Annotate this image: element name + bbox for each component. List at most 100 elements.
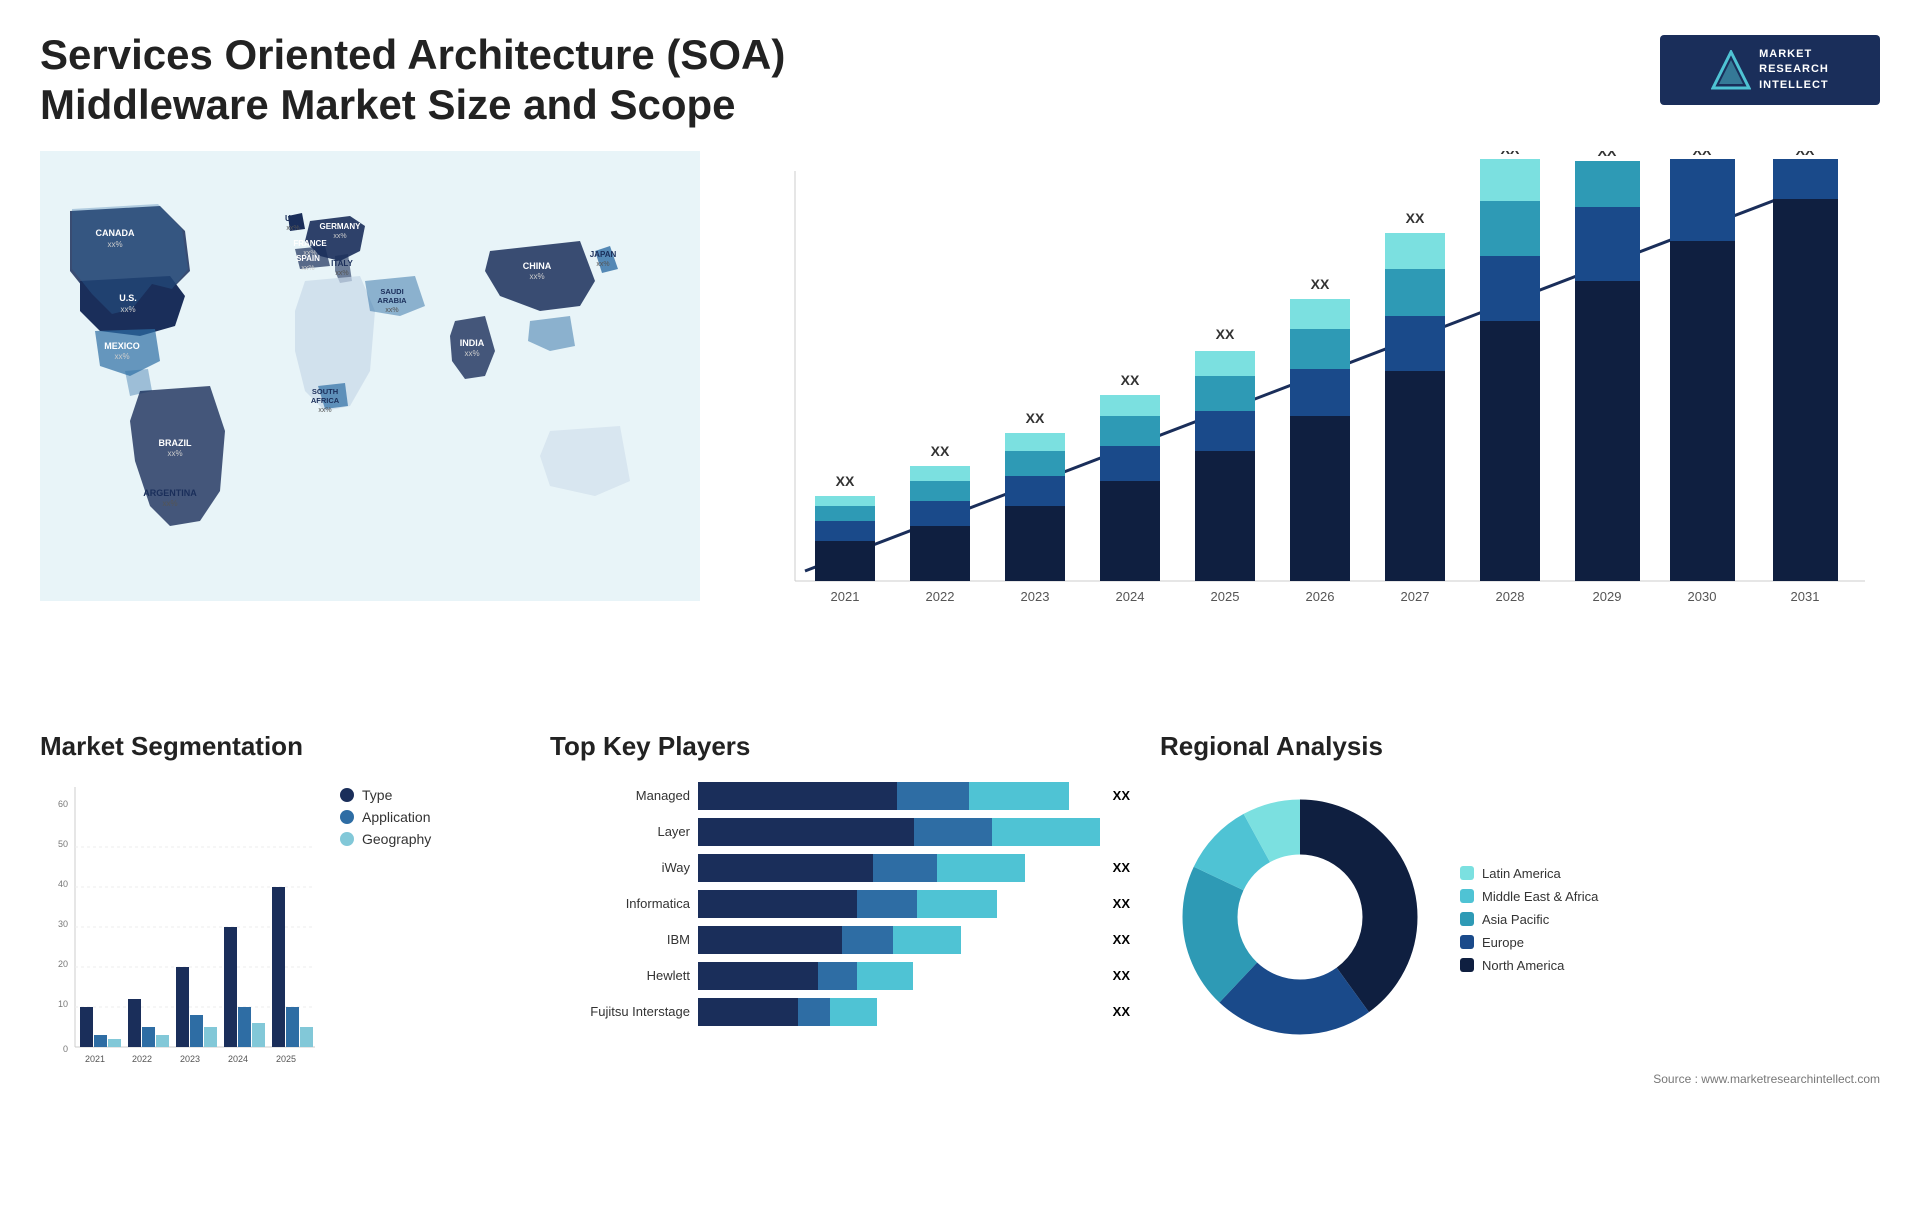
svg-text:50: 50 — [58, 839, 68, 849]
svg-text:xx%: xx% — [385, 307, 398, 314]
svg-text:ITALY: ITALY — [331, 259, 353, 268]
players-list: Managed XX Layer iWay — [550, 782, 1130, 1026]
svg-text:XX: XX — [836, 473, 855, 489]
bottom-section: Market Segmentation 0 10 20 30 40 50 60 — [0, 711, 1920, 1211]
svg-text:MEXICO: MEXICO — [104, 341, 140, 351]
svg-text:INDIA: INDIA — [460, 338, 485, 348]
svg-text:10: 10 — [58, 999, 68, 1009]
legend-type: Type — [340, 787, 431, 803]
page-title: Services Oriented Architecture (SOA) Mid… — [40, 30, 890, 131]
svg-text:ARGENTINA: ARGENTINA — [143, 488, 197, 498]
logo-text: MARKET RESEARCH INTELLECT — [1759, 47, 1829, 93]
svg-text:xx%: xx% — [286, 225, 299, 232]
svg-text:XX: XX — [1598, 151, 1617, 159]
svg-text:XX: XX — [1311, 276, 1330, 292]
svg-text:XX: XX — [1216, 326, 1235, 342]
svg-text:XX: XX — [1026, 410, 1045, 426]
logo-area: MARKET RESEARCH INTELLECT — [1660, 35, 1880, 105]
svg-text:xx%: xx% — [167, 449, 182, 458]
svg-text:XX: XX — [931, 443, 950, 459]
regional-section: Regional Analysis — [1160, 731, 1880, 1191]
segmentation-legend: Type Application Geography — [340, 787, 431, 847]
svg-text:XX: XX — [1501, 151, 1520, 157]
svg-text:CANADA: CANADA — [96, 228, 135, 238]
svg-text:ARABIA: ARABIA — [377, 296, 407, 305]
legend-asia-pacific: Asia Pacific — [1460, 912, 1598, 927]
svg-text:JAPAN: JAPAN — [590, 250, 617, 259]
svg-text:2024: 2024 — [228, 1054, 248, 1064]
svg-text:XX: XX — [1796, 151, 1815, 158]
svg-text:xx%: xx% — [529, 272, 544, 281]
svg-text:xx%: xx% — [301, 265, 314, 272]
legend-latin-america: Latin America — [1460, 866, 1598, 881]
player-row-layer: Layer — [550, 818, 1130, 846]
player-row-managed: Managed XX — [550, 782, 1130, 810]
svg-text:U.K.: U.K. — [285, 214, 301, 223]
svg-text:xx%: xx% — [107, 240, 122, 249]
svg-text:CHINA: CHINA — [523, 261, 552, 271]
legend-application-dot — [340, 810, 354, 824]
legend-middle-east-africa: Middle East & Africa — [1460, 889, 1598, 904]
legend-north-america: North America — [1460, 958, 1598, 973]
svg-text:AFRICA: AFRICA — [311, 396, 340, 405]
regional-title: Regional Analysis — [1160, 731, 1880, 762]
segmentation-title: Market Segmentation — [40, 731, 520, 762]
svg-text:U.S.: U.S. — [119, 293, 137, 303]
svg-text:2027: 2027 — [1401, 589, 1430, 604]
world-map: CANADA xx% U.S. xx% MEXICO xx% BRAZIL xx… — [40, 151, 700, 611]
svg-text:XX: XX — [1693, 151, 1712, 158]
key-players-section: Top Key Players Managed XX Layer — [550, 731, 1130, 1191]
svg-text:xx%: xx% — [162, 499, 177, 508]
svg-text:2025: 2025 — [276, 1054, 296, 1064]
key-players-title: Top Key Players — [550, 731, 1130, 762]
svg-text:2028: 2028 — [1496, 589, 1525, 604]
player-row-ibm: IBM XX — [550, 926, 1130, 954]
svg-text:2022: 2022 — [132, 1054, 152, 1064]
legend-application: Application — [340, 809, 431, 825]
legend-type-dot — [340, 788, 354, 802]
svg-text:GERMANY: GERMANY — [320, 222, 362, 231]
svg-text:2026: 2026 — [1306, 589, 1335, 604]
svg-text:2029: 2029 — [1593, 589, 1622, 604]
bar-chart-svg: XX 2021 XX 2022 XX 2023 XX 2024 — [720, 151, 1880, 631]
svg-text:xx%: xx% — [318, 407, 331, 414]
svg-text:2023: 2023 — [180, 1054, 200, 1064]
header: Services Oriented Architecture (SOA) Mid… — [0, 0, 1920, 151]
svg-text:xx%: xx% — [114, 352, 129, 361]
svg-text:xx%: xx% — [464, 349, 479, 358]
svg-text:XX: XX — [1406, 210, 1425, 226]
player-row-informatica: Informatica XX — [550, 890, 1130, 918]
svg-text:2030: 2030 — [1688, 589, 1717, 604]
svg-text:xx%: xx% — [333, 233, 346, 240]
svg-text:BRAZIL: BRAZIL — [159, 438, 192, 448]
legend-geography-dot — [340, 832, 354, 846]
segmentation-chart: 0 10 20 30 40 50 60 2021 — [40, 777, 320, 1087]
logo-box: MARKET RESEARCH INTELLECT — [1660, 35, 1880, 105]
svg-text:2023: 2023 — [1021, 589, 1050, 604]
legend-geography: Geography — [340, 831, 431, 847]
source-text: Source : www.marketresearchintellect.com — [1160, 1072, 1880, 1086]
segmentation-section: Market Segmentation 0 10 20 30 40 50 60 — [40, 731, 520, 1191]
svg-text:xx%: xx% — [596, 261, 609, 268]
donut-container: Latin America Middle East & Africa Asia … — [1160, 777, 1880, 1062]
svg-text:SOUTH: SOUTH — [312, 387, 338, 396]
player-row-fujitsu: Fujitsu Interstage XX — [550, 998, 1130, 1026]
donut-chart — [1160, 777, 1440, 1062]
map-svg: CANADA xx% U.S. xx% MEXICO xx% BRAZIL xx… — [40, 151, 700, 601]
svg-text:SAUDI: SAUDI — [380, 287, 403, 296]
svg-text:FRANCE: FRANCE — [293, 239, 327, 248]
svg-text:20: 20 — [58, 959, 68, 969]
top-content: CANADA xx% U.S. xx% MEXICO xx% BRAZIL xx… — [0, 151, 1920, 711]
svg-text:2021: 2021 — [85, 1054, 105, 1064]
svg-text:30: 30 — [58, 919, 68, 929]
player-row-hewlett: Hewlett XX — [550, 962, 1130, 990]
svg-text:2021: 2021 — [831, 589, 860, 604]
svg-text:2024: 2024 — [1116, 589, 1145, 604]
svg-text:2022: 2022 — [926, 589, 955, 604]
legend-europe: Europe — [1460, 935, 1598, 950]
svg-text:2031: 2031 — [1791, 589, 1820, 604]
player-row-iway: iWay XX — [550, 854, 1130, 882]
svg-text:XX: XX — [1121, 372, 1140, 388]
donut-legend: Latin America Middle East & Africa Asia … — [1460, 866, 1598, 973]
svg-text:SPAIN: SPAIN — [296, 254, 320, 263]
